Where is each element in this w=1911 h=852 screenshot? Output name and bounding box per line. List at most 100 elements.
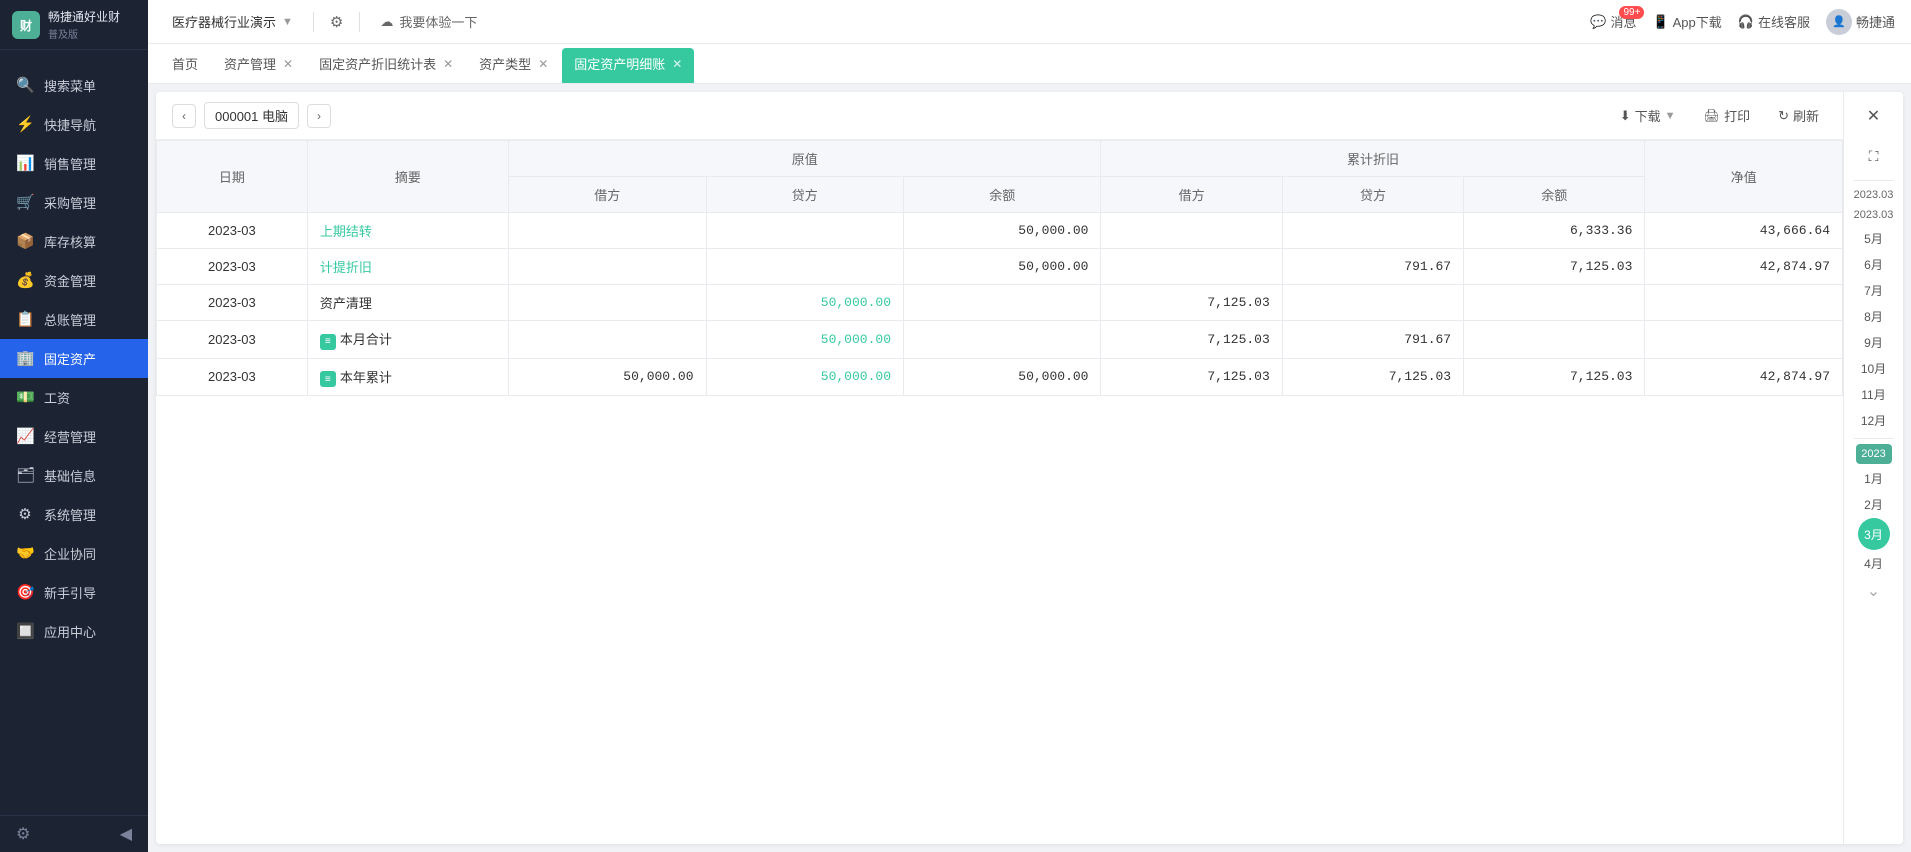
panel-divider-2 [1854, 438, 1894, 439]
user-btn[interactable]: 👤 畅捷通 [1826, 9, 1895, 35]
refresh-button[interactable]: ↻ 刷新 [1770, 102, 1827, 129]
table-container: 日期 摘要 原值 累计折旧 净值 借方 贷方 余额 借方 贷方 余额 [156, 140, 1843, 844]
download-icon: ⬇ [1620, 108, 1631, 124]
sidebar-item-search[interactable]: 🔍 搜索菜单 [0, 66, 148, 105]
cell-accum-balance [1464, 285, 1645, 321]
year-2023-label[interactable]: 2023 [1856, 444, 1892, 464]
sidebar-item-label-base-info: 基础信息 [44, 466, 96, 485]
top-header: 医疗器械行业演示 ▼ ⚙ ☁ 我要体验一下 💬 消息 99+ 📱 App下载 🎧… [148, 0, 1911, 44]
tab-label-asset-detail: 固定资产明细账 [574, 54, 665, 73]
message-badge: 99+ [1619, 6, 1644, 19]
tab-label-home: 首页 [172, 54, 198, 73]
sidebar-item-inventory[interactable]: 📦 库存核算 [0, 222, 148, 261]
cell-orig-credit: 50,000.00 [706, 321, 903, 359]
asset-detail-table: 日期 摘要 原值 累计折旧 净值 借方 贷方 余额 借方 贷方 余额 [156, 140, 1843, 396]
app-download-btn[interactable]: 📱 App下载 [1652, 12, 1721, 31]
sidebar-item-system[interactable]: ⚙ 系统管理 [0, 495, 148, 534]
tab-asset-detail[interactable]: 固定资产明细账 ✕ [562, 48, 694, 83]
experience-button[interactable]: ☁ 我要体验一下 [372, 8, 485, 35]
message-btn[interactable]: 💬 消息 99+ [1590, 12, 1636, 31]
prev-asset-button[interactable]: ‹ [172, 104, 196, 128]
toolbar: ‹ 000001 电脑 › ⬇ 下载 ▼ 🖨 打印 [156, 92, 1843, 140]
sidebar-nav: 🔍 搜索菜单 ⚡ 快捷导航 📊 销售管理 🛒 采购管理 📦 库存核算 💰 资金管… [0, 66, 148, 815]
prev-icon: ‹ [182, 109, 186, 123]
sidebar-item-purchase[interactable]: 🛒 采购管理 [0, 183, 148, 222]
sidebar-item-quick-nav[interactable]: ⚡ 快捷导航 [0, 105, 148, 144]
sidebar-bottom: ⚙ ◀ [0, 815, 148, 852]
next-asset-button[interactable]: › [307, 104, 331, 128]
enterprise-icon: 🤝 [16, 544, 34, 562]
cell-net-value: 43,666.64 [1645, 213, 1843, 249]
logo-title: 畅捷通好业财 [48, 10, 120, 26]
month-item[interactable]: 11月 [1856, 382, 1892, 407]
tab-close-depreciation-stats-icon[interactable]: ✕ [443, 57, 453, 71]
month-item[interactable]: 7月 [1856, 278, 1892, 303]
month-item[interactable]: 8月 [1856, 304, 1892, 329]
month-item[interactable]: 4月 [1856, 551, 1892, 576]
expand-panel-button[interactable]: ⛶ [1856, 138, 1892, 174]
sidebar-item-salary[interactable]: 💵 工资 [0, 378, 148, 417]
sidebar-item-funds[interactable]: 💰 资金管理 [0, 261, 148, 300]
quick-nav-icon: ⚡ [16, 115, 34, 133]
table-row: 2023-03 ≡本年累计 50,000.00 50,000.00 50,000… [157, 358, 1843, 396]
sidebar-item-app-center[interactable]: 🔲 应用中心 [0, 612, 148, 651]
close-panel-button[interactable]: ✕ [1856, 98, 1892, 134]
tab-asset-mgmt[interactable]: 资产管理✕ [212, 48, 305, 83]
tab-depreciation-stats[interactable]: 固定资产折旧统计表✕ [307, 48, 465, 83]
sidebar-item-label-salary: 工资 [44, 388, 70, 407]
panel-scroll-down-icon[interactable]: ⌄ [1863, 577, 1884, 605]
col-orig-balance: 余额 [904, 177, 1101, 213]
month-item[interactable]: 12月 [1856, 408, 1892, 433]
header-divider-1 [313, 12, 314, 32]
cell-orig-balance: 50,000.00 [904, 358, 1101, 396]
sidebar-item-label-system: 系统管理 [44, 505, 96, 524]
tab-close-asset-mgmt-icon[interactable]: ✕ [283, 57, 293, 71]
print-icon: 🖨 [1704, 108, 1721, 124]
support-label: 在线客服 [1758, 12, 1810, 31]
cell-accum-debit [1101, 213, 1282, 249]
sidebar-item-base-info[interactable]: 🗂 基础信息 [0, 456, 148, 495]
month-item[interactable]: 1月 [1856, 466, 1892, 491]
month-item[interactable]: 5月 [1856, 226, 1892, 251]
sidebar-item-guide[interactable]: 🎯 新手引导 [0, 573, 148, 612]
base-info-icon: 🗂 [16, 466, 34, 484]
month-item[interactable]: 6月 [1856, 252, 1892, 277]
cell-accum-credit [1282, 285, 1463, 321]
sidebar: 财 畅捷通好业财 普及版 🔍 搜索菜单 ⚡ 快捷导航 📊 销售管理 🛒 采购管理… [0, 0, 148, 852]
sidebar-item-fixed-assets[interactable]: 🏢 固定资产 [0, 339, 148, 378]
company-chevron-icon: ▼ [282, 16, 293, 28]
tab-home[interactable]: 首页 [160, 48, 210, 83]
app-download-icon: 📱 [1652, 14, 1668, 30]
tab-asset-type[interactable]: 资产类型✕ [467, 48, 560, 83]
sidebar-item-enterprise[interactable]: 🤝 企业协同 [0, 534, 148, 573]
cell-summary[interactable]: 上期结转 [307, 213, 508, 249]
active-month-item[interactable]: 3月 [1858, 518, 1890, 550]
sidebar-item-label-app-center: 应用中心 [44, 622, 96, 641]
cell-summary[interactable]: 计提折旧 [307, 249, 508, 285]
print-button[interactable]: 🖨 打印 [1696, 102, 1759, 129]
col-summary: 摘要 [307, 141, 508, 213]
sidebar-item-label-search: 搜索菜单 [44, 76, 96, 95]
settings-icon[interactable]: ⚙ [16, 824, 30, 844]
cell-orig-debit: 50,000.00 [509, 358, 706, 396]
cell-orig-debit [509, 321, 706, 359]
table-row: 2023-03 计提折旧 50,000.00 791.67 7,125.03 4… [157, 249, 1843, 285]
collapse-icon[interactable]: ◀ [120, 824, 132, 844]
funds-icon: 💰 [16, 271, 34, 289]
download-button[interactable]: ⬇ 下载 ▼ [1612, 102, 1684, 129]
sidebar-item-label-ledger: 总账管理 [44, 310, 96, 329]
sidebar-item-operations[interactable]: 📈 经营管理 [0, 417, 148, 456]
company-selector[interactable]: 医疗器械行业演示 ▼ [164, 8, 301, 35]
table-row: 2023-03 资产清理 50,000.00 7,125.03 [157, 285, 1843, 321]
month-item[interactable]: 9月 [1856, 330, 1892, 355]
logo-icon: 财 [12, 11, 40, 39]
tab-close-asset-detail-icon[interactable]: ✕ [672, 57, 682, 71]
settings-gear-icon[interactable]: ⚙ [326, 9, 347, 35]
sidebar-item-ledger[interactable]: 📋 总账管理 [0, 300, 148, 339]
sidebar-item-sales[interactable]: 📊 销售管理 [0, 144, 148, 183]
support-btn[interactable]: 🎧 在线客服 [1738, 12, 1810, 31]
month-item[interactable]: 2月 [1856, 492, 1892, 517]
month-item[interactable]: 10月 [1856, 356, 1892, 381]
tab-close-asset-type-icon[interactable]: ✕ [538, 57, 548, 71]
username-label: 畅捷通 [1856, 12, 1895, 31]
